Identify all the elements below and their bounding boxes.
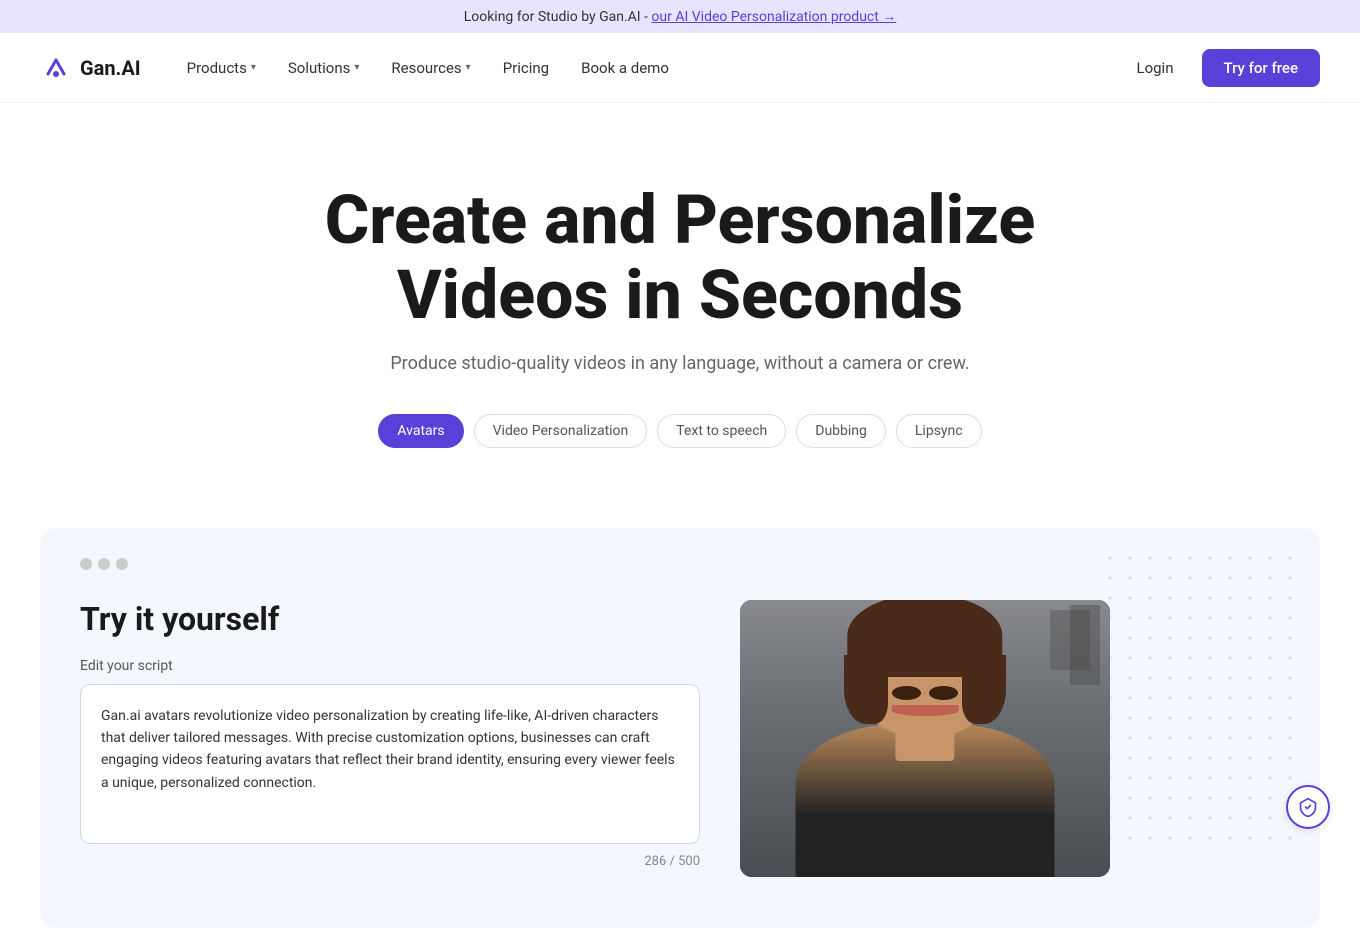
navbar-left: Gan.AI Products ▾ Solutions ▾ Resources … (40, 51, 683, 85)
tab-pills: Avatars Video Personalization Text to sp… (20, 414, 1340, 448)
hero-subtext: Produce studio-quality videos in any lan… (20, 353, 1340, 374)
char-count: 286 / 500 (80, 854, 700, 869)
shield-badge[interactable] (1286, 785, 1330, 829)
nav-pricing[interactable]: Pricing (489, 51, 563, 85)
script-content: Gan.ai avatars revolutionize video perso… (101, 708, 675, 791)
tab-dubbing[interactable]: Dubbing (796, 414, 886, 448)
chevron-down-icon: ▾ (251, 62, 256, 73)
navbar: Gan.AI Products ▾ Solutions ▾ Resources … (0, 33, 1360, 103)
logo-text: Gan.AI (80, 56, 141, 80)
tab-lipsync[interactable]: Lipsync (896, 414, 982, 448)
window-dot-2 (98, 558, 110, 570)
logo[interactable]: Gan.AI (40, 52, 141, 84)
tab-avatars[interactable]: Avatars (378, 414, 463, 448)
logo-icon (40, 52, 72, 84)
demo-card: Try it yourself Edit your script Gan.ai … (40, 528, 1320, 928)
demo-right-panel (740, 600, 1110, 878)
nav-solutions[interactable]: Solutions ▾ (274, 51, 374, 85)
hero-section: Create and Personalize Videos in Seconds… (0, 103, 1360, 528)
try-free-button[interactable]: Try for free (1202, 49, 1321, 87)
chevron-down-icon: ▾ (354, 62, 359, 73)
window-dot-3 (116, 558, 128, 570)
window-dot-1 (80, 558, 92, 570)
navbar-right: Login Try for free (1121, 49, 1321, 87)
banner-text: Looking for Studio by Gan.AI - (464, 9, 652, 25)
demo-left-panel: Try it yourself Edit your script Gan.ai … (80, 600, 700, 869)
demo-content: Try it yourself Edit your script Gan.ai … (80, 600, 1280, 878)
demo-title: Try it yourself (80, 600, 700, 638)
video-inner (740, 600, 1110, 878)
login-button[interactable]: Login (1121, 51, 1190, 85)
hero-headline: Create and Personalize Videos in Seconds (280, 183, 1080, 333)
script-textbox[interactable]: Gan.ai avatars revolutionize video perso… (80, 684, 700, 844)
nav-products[interactable]: Products ▾ (173, 51, 270, 85)
shield-icon (1298, 797, 1318, 817)
nav-links: Products ▾ Solutions ▾ Resources ▾ Prici… (173, 51, 683, 85)
video-preview (740, 600, 1110, 878)
nav-book-demo[interactable]: Book a demo (567, 51, 683, 85)
window-dots (80, 558, 1280, 570)
tab-text-to-speech[interactable]: Text to speech (657, 414, 786, 448)
tab-video-personalization[interactable]: Video Personalization (474, 414, 648, 448)
banner-link[interactable]: our AI Video Personalization product → (651, 9, 896, 25)
top-banner: Looking for Studio by Gan.AI - our AI Vi… (0, 0, 1360, 33)
demo-edit-label: Edit your script (80, 658, 700, 674)
chevron-down-icon: ▾ (466, 62, 471, 73)
nav-resources[interactable]: Resources ▾ (377, 51, 484, 85)
